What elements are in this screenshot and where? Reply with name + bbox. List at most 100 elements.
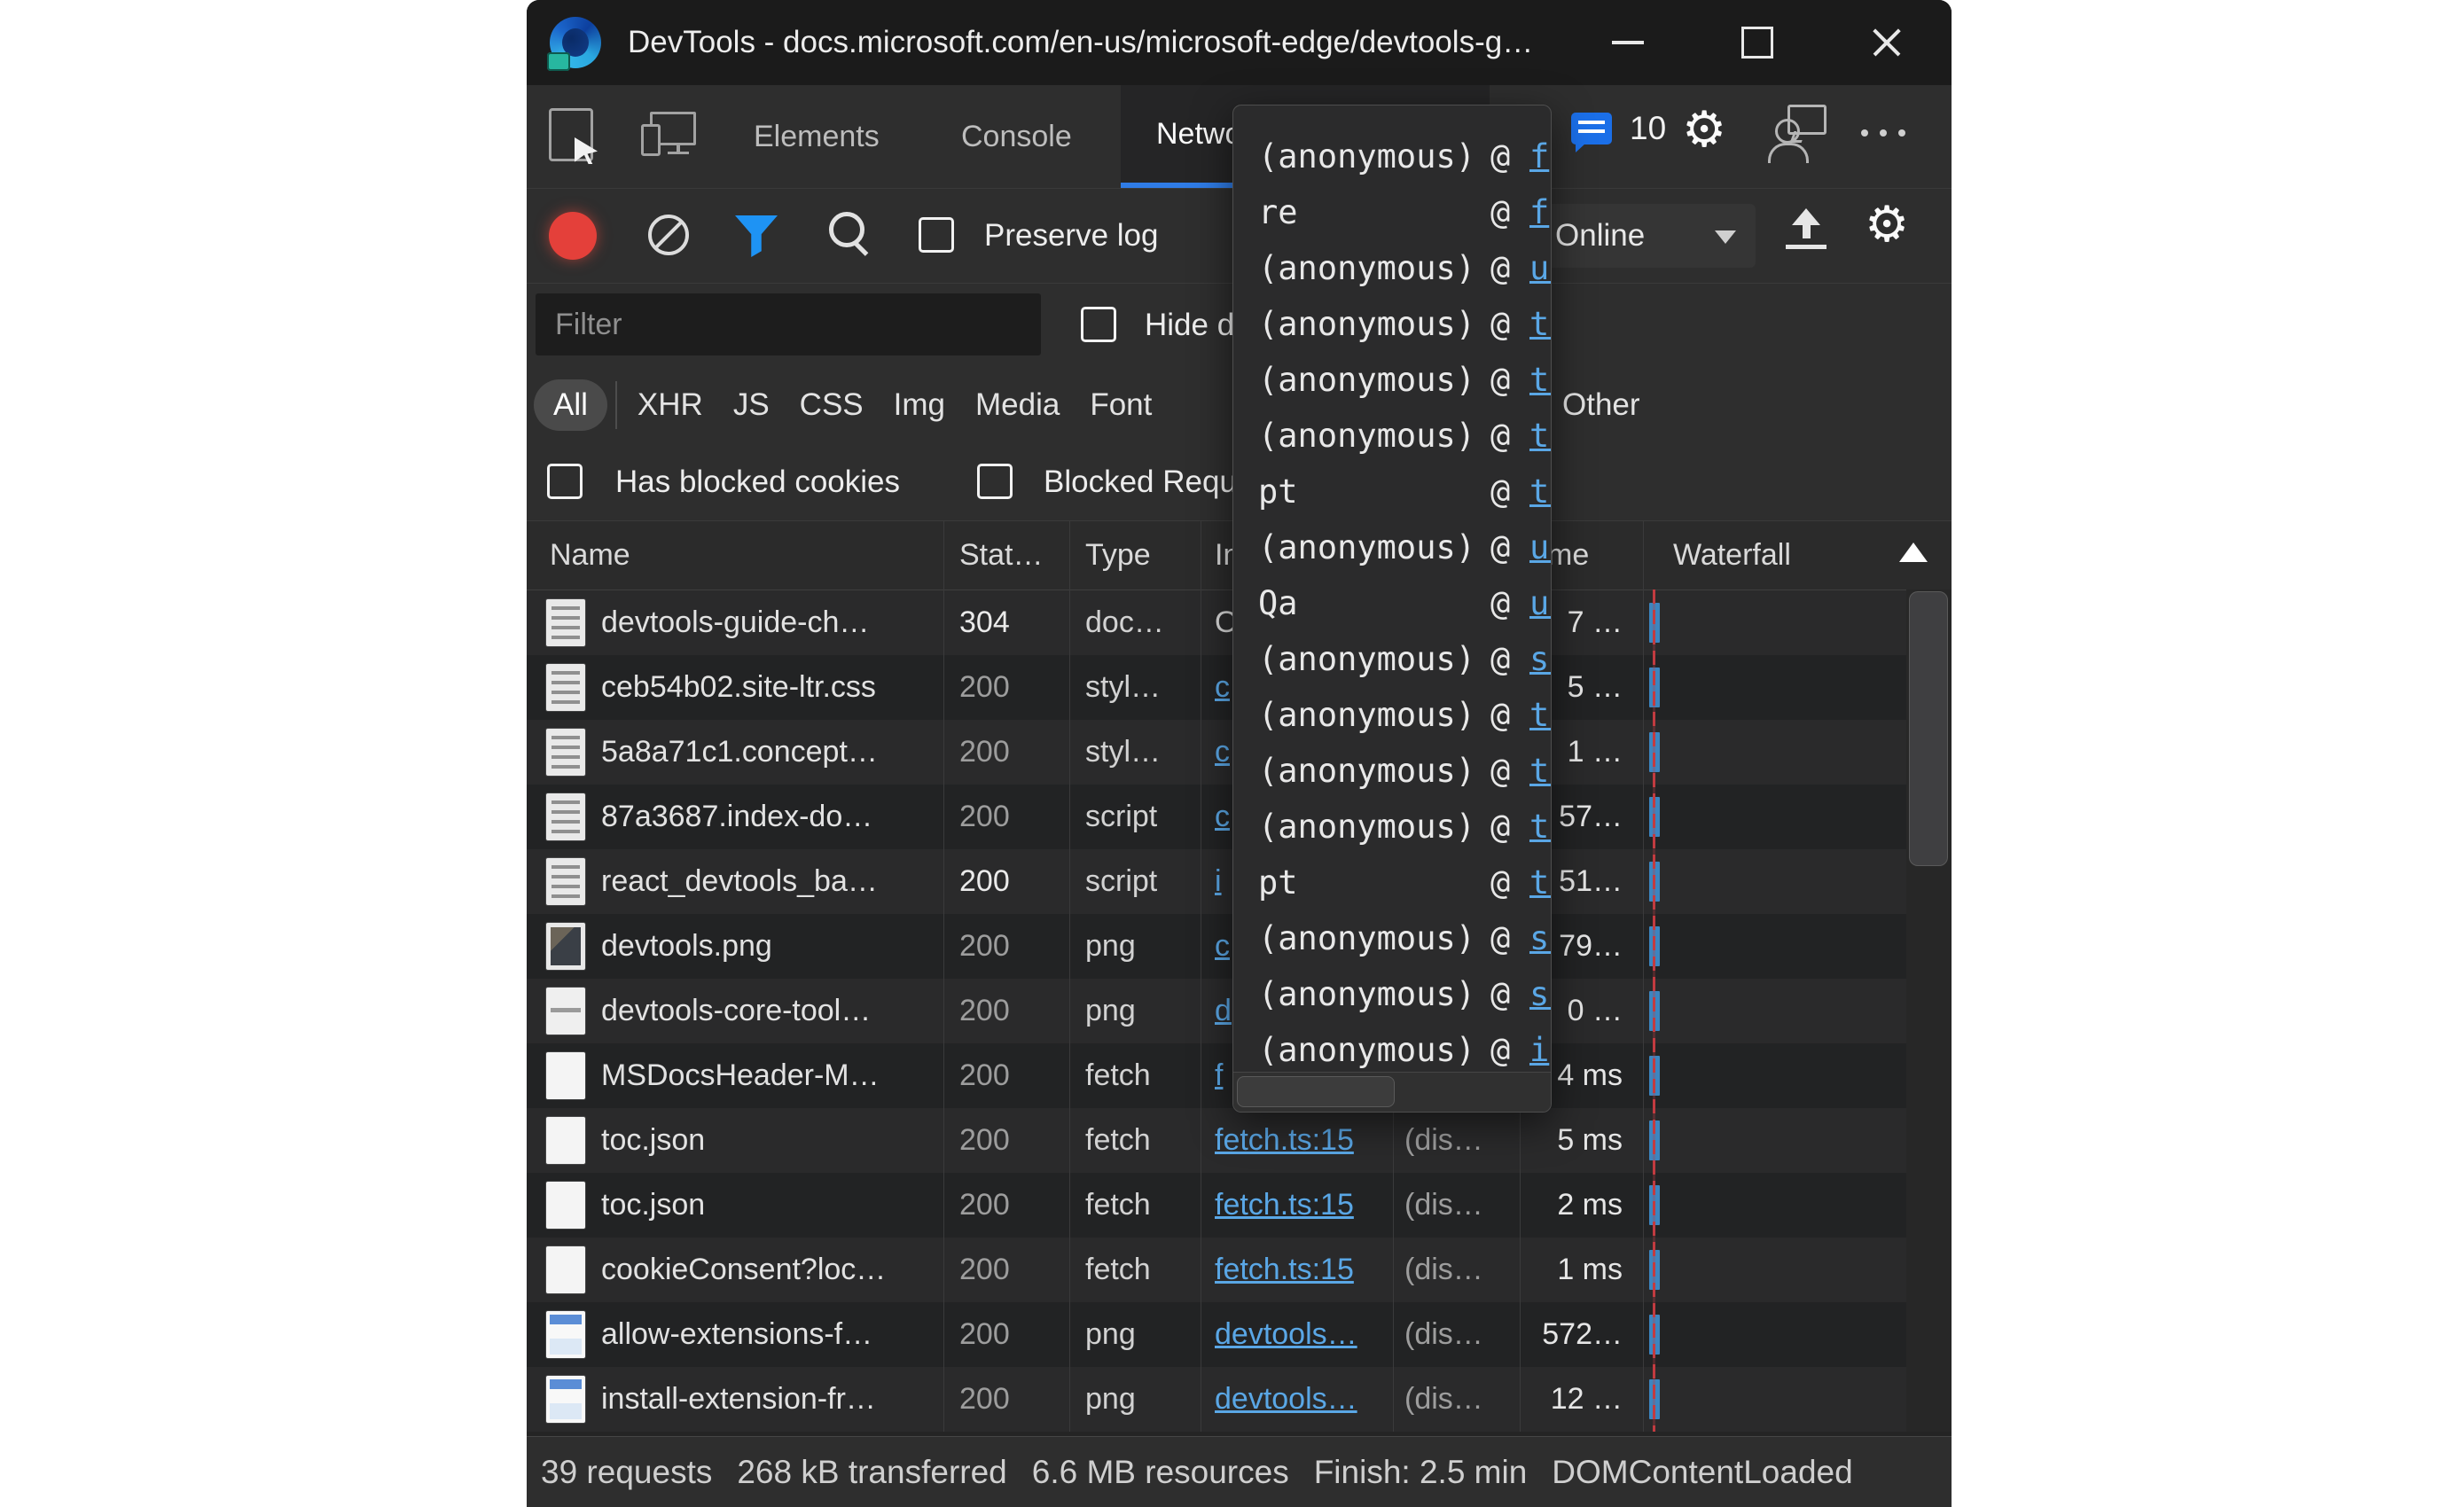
file-icon <box>546 1246 585 1293</box>
blocked-requests-checkbox[interactable] <box>977 464 1013 499</box>
resource-type-chip[interactable]: All <box>534 379 607 431</box>
has-blocked-cookies-checkbox[interactable] <box>547 464 583 499</box>
stack-frame: (anonymous) @ f <box>1233 129 1551 184</box>
network-settings-gear-icon[interactable]: ⚙ <box>1865 199 1909 249</box>
request-name[interactable]: toc.json <box>601 1108 938 1173</box>
request-name[interactable]: MSDocsHeader-M… <box>601 1043 938 1108</box>
stack-frame-function: (anonymous) <box>1258 417 1476 455</box>
filter-funnel-icon[interactable] <box>735 215 778 257</box>
inspect-element-icon[interactable] <box>549 108 598 164</box>
tool-tab[interactable]: Console <box>961 85 1072 188</box>
cursor-icon <box>575 137 598 164</box>
stack-frame-source-link[interactable]: t: <box>1529 696 1551 734</box>
table-row[interactable]: allow-extensions-f… 200 png devtools… (d… <box>527 1302 1952 1367</box>
minimize-button[interactable] <box>1563 0 1693 85</box>
stack-frame: re @ f <box>1233 184 1551 240</box>
stack-frame-source-link[interactable]: ul <box>1529 528 1551 566</box>
stack-frame-source-link[interactable]: t: <box>1529 472 1551 511</box>
request-time: 5 ms <box>1557 1123 1623 1157</box>
stack-frame-source-link[interactable]: t: <box>1529 417 1551 455</box>
request-type: png <box>1085 1317 1136 1351</box>
request-name[interactable]: cookieConsent?loc… <box>601 1238 938 1302</box>
resource-type-chip[interactable]: Font <box>1090 387 1152 423</box>
clear-icon[interactable] <box>648 215 689 255</box>
column-header-name[interactable]: Name <box>550 521 630 590</box>
stack-frame-source-link[interactable]: s: <box>1529 975 1551 1013</box>
stack-frame-function: (anonymous) <box>1258 808 1476 846</box>
vertical-scrollbar[interactable] <box>1906 590 1952 1432</box>
tool-tab[interactable]: Elements <box>754 85 880 188</box>
resource-type-chip[interactable]: XHR <box>638 387 703 423</box>
stack-frame-source-link[interactable]: f <box>1529 193 1551 231</box>
resource-type-chip[interactable]: Other <box>1562 387 1640 423</box>
feedback-icon[interactable] <box>1768 105 1826 163</box>
file-icon <box>546 1052 585 1099</box>
stack-frame-source-link[interactable]: t: <box>1529 808 1551 846</box>
column-header-status[interactable]: Stat… <box>959 521 1043 590</box>
settings-gear-icon[interactable]: ⚙ <box>1682 105 1726 154</box>
maximize-button[interactable] <box>1693 0 1822 85</box>
table-row[interactable]: cookieConsent?loc… 200 fetch fetch.ts:15… <box>527 1238 1952 1302</box>
resource-type-chip[interactable]: JS <box>733 387 770 423</box>
request-initiator[interactable]: fetch.ts:15 <box>1215 1173 1390 1238</box>
stack-frame-source-link[interactable]: t: <box>1529 361 1551 399</box>
stack-frame-source-link[interactable]: s: <box>1529 640 1551 678</box>
stack-frame-source-link[interactable]: t: <box>1529 752 1551 790</box>
hide-data-urls-checkbox[interactable] <box>1081 307 1116 342</box>
request-status: 200 <box>959 929 1010 963</box>
request-name[interactable]: 5a8a71c1.concept… <box>601 720 938 785</box>
request-name[interactable]: toc.json <box>601 1173 938 1238</box>
resource-type-chip[interactable]: Img <box>894 387 945 423</box>
stack-frame: pt @ t: <box>1233 855 1551 910</box>
preserve-log-checkbox[interactable] <box>919 217 954 253</box>
resource-type-chip[interactable]: CSS <box>800 387 864 423</box>
request-name[interactable]: devtools.png <box>601 914 938 979</box>
stack-frame-source-link[interactable]: t: <box>1529 863 1551 902</box>
request-initiator[interactable]: devtools… <box>1215 1302 1390 1367</box>
issues-button[interactable]: 10 <box>1571 110 1666 152</box>
stack-frame-function: (anonymous) <box>1258 1031 1476 1069</box>
has-blocked-cookies-label: Has blocked cookies <box>615 464 900 499</box>
more-options-icon[interactable] <box>1861 129 1905 137</box>
stack-frame-source-link[interactable]: i <box>1529 1031 1551 1069</box>
request-type: script <box>1085 800 1158 833</box>
table-row[interactable]: install-extension-fr… 200 png devtools… … <box>527 1367 1952 1432</box>
search-icon[interactable] <box>829 212 875 258</box>
table-row[interactable]: toc.json 200 fetch fetch.ts:15 (dis… 5 m… <box>527 1108 1952 1173</box>
stack-frame-source-link[interactable]: f <box>1529 137 1551 176</box>
import-har-icon[interactable] <box>1786 208 1826 249</box>
request-name[interactable]: react_devtools_ba… <box>601 849 938 914</box>
request-initiator[interactable]: fetch.ts:15 <box>1215 1238 1390 1302</box>
request-name[interactable]: install-extension-fr… <box>601 1367 938 1432</box>
stack-frame-source-link[interactable]: s: <box>1529 919 1551 957</box>
request-name[interactable]: 87a3687.index-do… <box>601 785 938 849</box>
close-button[interactable] <box>1822 0 1952 85</box>
record-button[interactable] <box>549 212 597 260</box>
request-name[interactable]: ceb54b02.site-ltr.css <box>601 655 938 720</box>
request-type: fetch <box>1085 1188 1151 1222</box>
stack-frame-source-link[interactable]: ul <box>1529 584 1551 622</box>
column-header-waterfall[interactable]: Waterfall <box>1673 521 1791 590</box>
request-type: png <box>1085 929 1136 963</box>
request-initiator[interactable]: devtools… <box>1215 1367 1390 1432</box>
request-initiator[interactable]: fetch.ts:15 <box>1215 1108 1390 1173</box>
popup-scrollbar-thumb[interactable] <box>1237 1076 1395 1107</box>
column-header-type[interactable]: Type <box>1085 521 1151 590</box>
stack-frame: (anonymous) @ t: <box>1233 687 1551 743</box>
filter-input[interactable] <box>536 293 1041 355</box>
request-name[interactable]: devtools-guide-ch… <box>601 590 938 655</box>
stack-frame-source-link[interactable]: t: <box>1529 305 1551 343</box>
table-row[interactable]: toc.json 200 fetch fetch.ts:15 (dis… 2 m… <box>527 1173 1952 1238</box>
request-status: 200 <box>959 994 1010 1027</box>
request-name[interactable]: devtools-core-tool… <box>601 979 938 1043</box>
device-toolbar-icon[interactable] <box>641 112 696 156</box>
vertical-scrollbar-thumb[interactable] <box>1909 591 1948 866</box>
request-type: script <box>1085 864 1158 898</box>
request-status: 200 <box>959 1317 1010 1351</box>
throttling-dropdown[interactable]: Online <box>1529 204 1756 268</box>
stack-frame-source-link[interactable]: ul <box>1529 249 1551 287</box>
resource-type-chip[interactable]: Media <box>975 387 1060 423</box>
devtools-window: DevTools - docs.microsoft.com/en-us/micr… <box>527 0 1952 1507</box>
popup-horizontal-scrollbar[interactable] <box>1233 1072 1551 1112</box>
request-name[interactable]: allow-extensions-f… <box>601 1302 938 1367</box>
